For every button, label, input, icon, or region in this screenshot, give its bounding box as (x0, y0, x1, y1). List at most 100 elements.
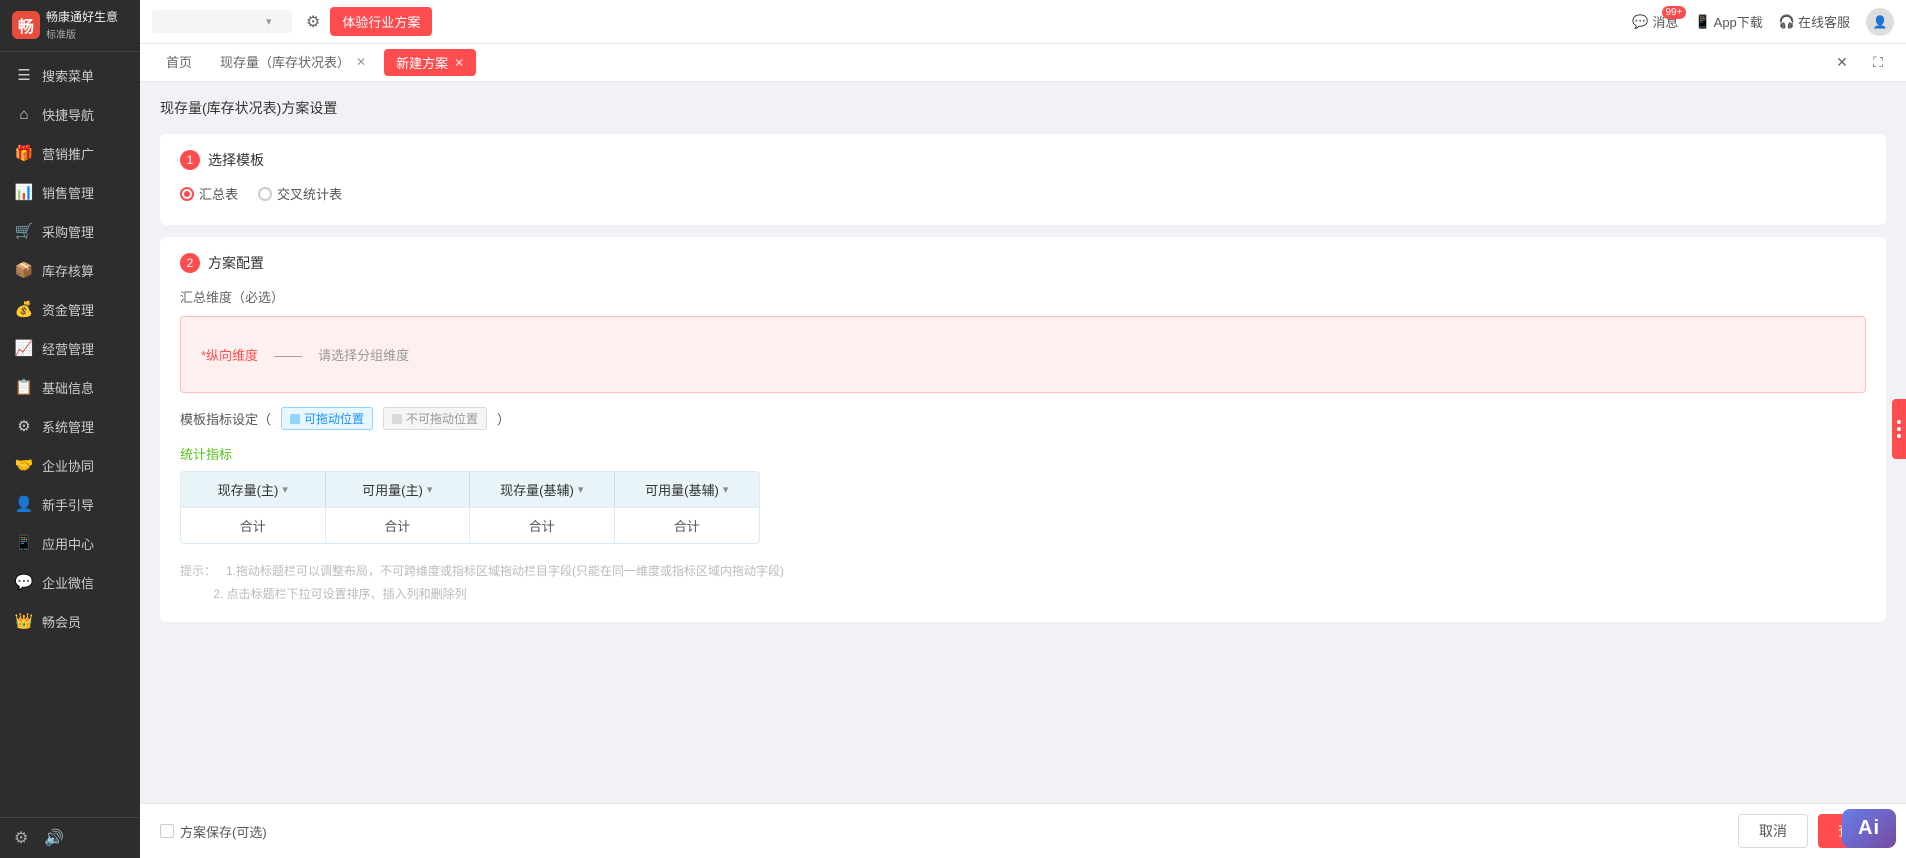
sidebar-item-marketing[interactable]: 🎁 营销推广 (0, 134, 140, 173)
settings-icon[interactable]: ⚙ (14, 828, 28, 848)
col-2-chevron-icon: ▾ (427, 483, 433, 496)
sidebar-item-label: 销售管理 (42, 183, 94, 202)
col-4-chevron-icon: ▾ (723, 483, 729, 496)
sidebar-item-newbie[interactable]: 👤 新手引导 (0, 485, 140, 524)
dimension-area[interactable]: *纵向维度 —— 请选择分组维度 (180, 316, 1866, 393)
stats-cell-3: 合计 (470, 507, 615, 543)
indicator-suffix: ） (497, 409, 510, 428)
sidebar-item-finance[interactable]: 💰 资金管理 (0, 290, 140, 329)
radio-cross[interactable]: 交叉统计表 (258, 184, 342, 203)
sidebar-item-sales[interactable]: 📊 销售管理 (0, 173, 140, 212)
step2-text: 方案配置 (208, 253, 264, 273)
tab-inventory-close-icon[interactable]: ✕ (356, 55, 366, 69)
sidebar-nav: ☰ 搜索菜单 ⌂ 快捷导航 🎁 营销推广 📊 销售管理 🛒 采购管理 📦 库存核… (0, 52, 140, 817)
tips-title: 提示： 1.拖动标题栏可以调整布局，不可跨维度或指标区域拖动栏目字段(只能在同一… (180, 560, 1866, 583)
stats-col-3-label: 现存量(基辅) (500, 480, 574, 499)
stats-col-4[interactable]: 可用量(基辅) ▾ (615, 472, 760, 507)
handle-line-1 (1897, 420, 1901, 424)
sidebar-item-label: 快捷导航 (42, 105, 94, 124)
sidebar-item-label: 搜索菜单 (42, 66, 94, 85)
stats-col-1[interactable]: 现存量(主) ▾ (181, 472, 326, 507)
step1-card: 1 选择模板 汇总表 交叉统计表 (160, 134, 1886, 225)
sidebar-item-label: 畅会员 (42, 612, 81, 631)
sidebar-item-purchase[interactable]: 🛒 采购管理 (0, 212, 140, 251)
draggable-badge: 可拖动位置 (281, 407, 373, 430)
stats-col-2[interactable]: 可用量(主) ▾ (326, 472, 471, 507)
stats-col-1-label: 现存量(主) (218, 480, 279, 499)
message-badge: 99+ (1662, 6, 1687, 19)
step1-num: 1 (180, 150, 200, 170)
message-icon: 💬 (1632, 14, 1648, 30)
non-draggable-label: 不可拖动位置 (406, 410, 478, 427)
step2-label: 2 方案配置 (180, 253, 264, 273)
trial-btn[interactable]: 体验行业方案 (330, 7, 432, 36)
online-service-link[interactable]: 🎧 在线客服 (1779, 12, 1850, 31)
right-resize-handle[interactable] (1892, 399, 1906, 459)
save-option[interactable]: 方案保存(可选) (160, 822, 267, 841)
stats-col-2-label: 可用量(主) (362, 480, 423, 499)
message-button[interactable]: 💬 消息 99+ (1632, 12, 1678, 31)
stats-header: 现存量(主) ▾ 可用量(主) ▾ 现存量(基辅) ▾ 可用量(基辅) ▾ (181, 472, 759, 507)
tab-home[interactable]: 首页 (152, 44, 206, 81)
sidebar-item-label: 应用中心 (42, 534, 94, 553)
template-radio-group: 汇总表 交叉统计表 (180, 184, 1866, 203)
app-download-link[interactable]: 📱 App下载 (1694, 12, 1762, 31)
sidebar: 畅 畅康通好生意 标准版 ☰ 搜索菜单 ⌂ 快捷导航 🎁 营销推广 📊 销售管理… (0, 0, 140, 858)
sidebar-item-member[interactable]: 👑 畅会员 (0, 602, 140, 641)
sales-icon: 📊 (14, 183, 34, 201)
logo-text-wrap: 畅康通好生意 标准版 (46, 10, 118, 41)
tab-new-scheme[interactable]: 新建方案 ✕ (384, 49, 476, 76)
sidebar-item-basic-info[interactable]: 📋 基础信息 (0, 368, 140, 407)
app-center-icon: 📱 (14, 534, 34, 552)
topbar-search-input[interactable] (160, 14, 260, 29)
sidebar-item-system[interactable]: ⚙ 系统管理 (0, 407, 140, 446)
stats-label: 统计指标 (180, 444, 1866, 463)
radio-summary[interactable]: 汇总表 (180, 184, 238, 203)
radio-cross-dot (258, 187, 272, 201)
sidebar-item-wechat[interactable]: 💬 企业微信 (0, 563, 140, 602)
stats-cell-4: 合计 (615, 507, 760, 543)
main-area: ▾ ⚙ 体验行业方案 💬 消息 99+ 📱 App下载 🎧 在线客服 👤 (140, 0, 1906, 858)
stats-cell-1: 合计 (181, 507, 326, 543)
stats-body: 合计 合计 合计 合计 (181, 507, 759, 543)
indicator-prefix: 模板指标设定（ (180, 409, 271, 428)
sidebar-bottom: ⚙ 🔊 (0, 817, 140, 858)
quick-nav-icon: ⌂ (14, 106, 34, 123)
sidebar-item-label: 新手引导 (42, 495, 94, 514)
content-area: 现存量(库存状况表)方案设置 1 选择模板 汇总表 交叉统计表 2 (140, 82, 1906, 803)
sound-icon[interactable]: 🔊 (44, 828, 64, 848)
dim-placeholder: 请选择分组维度 (318, 345, 409, 364)
save-checkbox[interactable] (160, 824, 174, 838)
app-download-icon: 📱 (1694, 14, 1710, 30)
indicator-row: 模板指标设定（ 可拖动位置 不可拖动位置 ） (180, 407, 1866, 430)
marketing-icon: 🎁 (14, 144, 34, 162)
tab-new-scheme-label: 新建方案 (396, 53, 448, 72)
purchase-icon: 🛒 (14, 222, 34, 240)
topbar-gear-icon[interactable]: ⚙ (306, 12, 320, 32)
avatar[interactable]: 👤 (1866, 8, 1894, 36)
tab-inventory-status[interactable]: 现存量（库存状况表） ✕ (206, 44, 380, 81)
col-1-chevron-icon: ▾ (282, 483, 288, 496)
sidebar-item-label: 基础信息 (42, 378, 94, 397)
cancel-button[interactable]: 取消 (1738, 814, 1808, 848)
wechat-icon: 💬 (14, 573, 34, 591)
stats-cell-2: 合计 (326, 507, 471, 543)
stats-col-4-label: 可用量(基辅) (645, 480, 719, 499)
ai-badge[interactable]: Ai (1842, 809, 1896, 848)
tab-new-scheme-close-icon[interactable]: ✕ (454, 56, 464, 70)
stats-col-3[interactable]: 现存量(基辅) ▾ (470, 472, 615, 507)
member-icon: 👑 (14, 612, 34, 630)
sidebar-item-label: 系统管理 (42, 417, 94, 436)
sidebar-item-quick-nav[interactable]: ⌂ 快捷导航 (0, 95, 140, 134)
radio-summary-dot (180, 187, 194, 201)
sidebar-item-app-center[interactable]: 📱 应用中心 (0, 524, 140, 563)
sidebar-item-operation[interactable]: 📈 经营管理 (0, 329, 140, 368)
window-expand-btn[interactable]: ⛶ (1862, 47, 1894, 79)
bottom-bar: 方案保存(可选) 取消 查询 (140, 803, 1906, 858)
sidebar-item-search-menu[interactable]: ☰ 搜索菜单 (0, 56, 140, 95)
sidebar-item-label: 经营管理 (42, 339, 94, 358)
tips-area: 提示： 1.拖动标题栏可以调整布局，不可跨维度或指标区域拖动栏目字段(只能在同一… (180, 560, 1866, 606)
sidebar-item-inventory[interactable]: 📦 库存核算 (0, 251, 140, 290)
sidebar-item-cooperation[interactable]: 🤝 企业协同 (0, 446, 140, 485)
window-close-btn[interactable]: ✕ (1826, 47, 1858, 79)
